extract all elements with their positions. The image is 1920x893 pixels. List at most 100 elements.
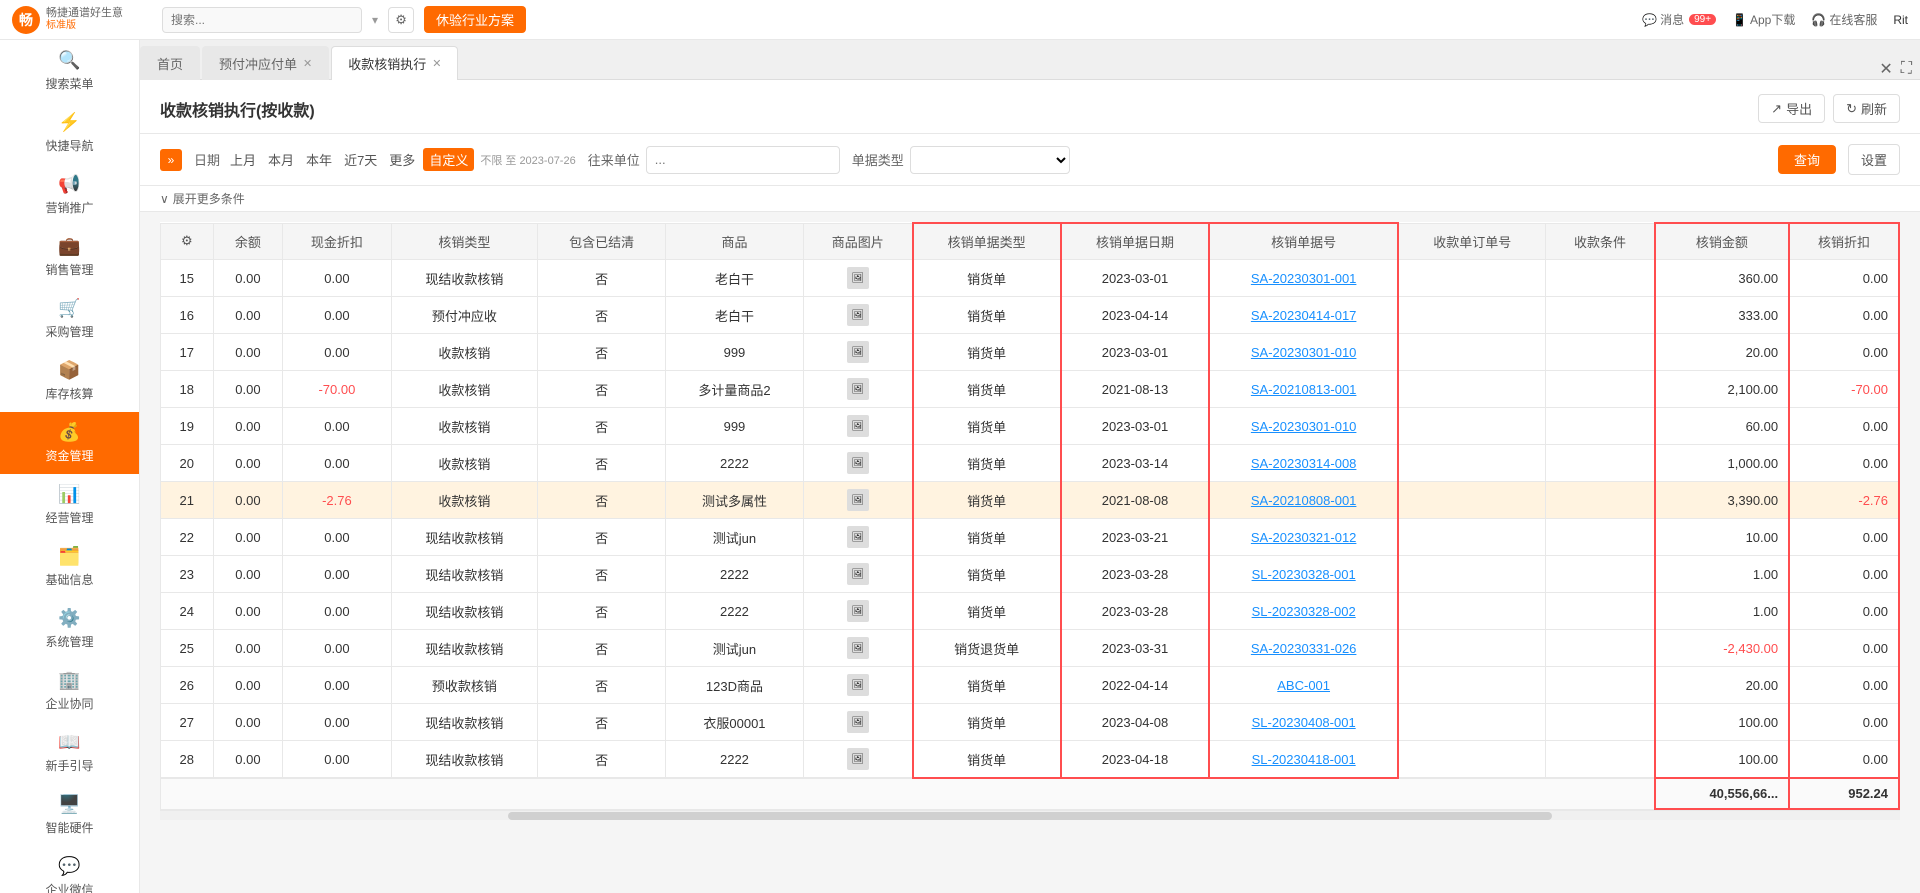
date-7days[interactable]: 近7天 — [340, 148, 381, 171]
cell-cancel-bill-no[interactable]: SL-20230408-001 — [1209, 704, 1398, 741]
newbie-icon: 📖 — [58, 732, 80, 753]
cell-cancel-bill-no[interactable]: SL-20230418-001 — [1209, 741, 1398, 779]
cell-cancel-discount: 0.00 — [1789, 334, 1899, 371]
cell-cancel-bill-no[interactable]: SA-20230301-001 — [1209, 260, 1398, 297]
cell-cancel-bill-no[interactable]: SA-20230331-026 — [1209, 630, 1398, 667]
cell-goods-image: 🖼 — [804, 667, 913, 704]
cell-cancel-discount: 0.00 — [1789, 519, 1899, 556]
cell-receipt-order-no — [1398, 371, 1546, 408]
cell-cash-discount: 0.00 — [283, 408, 391, 445]
refresh-icon: ↻ — [1846, 101, 1857, 117]
tab-label: 首页 — [157, 54, 183, 73]
cell-cancel-bill-no[interactable]: SA-20230314-008 — [1209, 445, 1398, 482]
maximize-icon[interactable]: ⛶ — [1901, 60, 1912, 78]
cell-cancel-bill-no[interactable]: SA-20230414-017 — [1209, 297, 1398, 334]
from-unit-input[interactable] — [646, 146, 840, 174]
search-input[interactable] — [162, 7, 362, 33]
date-custom[interactable]: 自定义 — [423, 148, 474, 171]
sidebar-item-hardware[interactable]: 🖥️智能硬件 — [0, 784, 139, 846]
sidebar-item-search[interactable]: 🔍搜索菜单 — [0, 40, 139, 102]
sidebar-item-purchase[interactable]: 🛒采购管理 — [0, 288, 139, 350]
cell-no: 18 — [161, 371, 214, 408]
col-goods: 商品 — [665, 223, 803, 260]
cell-cancel-discount: 0.00 — [1789, 593, 1899, 630]
sidebar-item-system[interactable]: ⚙️系统管理 — [0, 598, 139, 660]
voucher-type-select[interactable] — [910, 146, 1070, 174]
cell-include-closed: 否 — [538, 667, 666, 704]
sidebar-item-marketing[interactable]: 📢营销推广 — [0, 164, 139, 226]
cell-cancel-bill-date: 2023-03-01 — [1061, 260, 1209, 297]
finance-icon: 💰 — [58, 422, 80, 443]
date-more[interactable]: 更多 — [385, 148, 419, 171]
cell-receipt-condition — [1546, 482, 1655, 519]
filter-expand-button[interactable]: » — [160, 149, 182, 171]
export-button[interactable]: ↗ 导出 — [1758, 94, 1825, 123]
online-support-button[interactable]: 🎧 在线客服 — [1811, 11, 1877, 28]
cell-cancel-bill-no[interactable]: SA-20210813-001 — [1209, 371, 1398, 408]
cell-goods-image: 🖼 — [804, 630, 913, 667]
cell-include-closed: 否 — [538, 334, 666, 371]
sidebar-item-management[interactable]: 📊经营管理 — [0, 474, 139, 536]
cell-receipt-condition — [1546, 260, 1655, 297]
gear-button[interactable]: ⚙ — [388, 7, 414, 33]
sidebar-item-newbie[interactable]: 📖新手引导 — [0, 722, 139, 784]
sales-icon: 💼 — [58, 236, 80, 257]
close-window-icon[interactable]: ✕ — [1879, 59, 1892, 79]
message-button[interactable]: 💬 消息 99+ — [1642, 11, 1716, 28]
horizontal-scrollbar[interactable] — [160, 810, 1900, 820]
total-cancel-discount: 952.24 — [1789, 778, 1899, 809]
search-icon: 🔍 — [58, 50, 80, 71]
expand-more-button[interactable]: ∨ 展开更多条件 — [160, 190, 1900, 207]
filter-bar: » 日期 上月 本月 本年 近7天 更多 自定义 不限 至 2023-07-26… — [140, 134, 1920, 186]
tab-bar: 首页预付冲应付单✕收款核销执行✕ ✕ ⛶ — [140, 40, 1920, 80]
cell-cancel-amount: 333.00 — [1655, 297, 1789, 334]
cell-cancel-bill-date: 2023-03-01 — [1061, 334, 1209, 371]
sidebar-item-inventory[interactable]: 📦库存核算 — [0, 350, 139, 412]
cell-cancel-type: 现结收款核销 — [391, 630, 538, 667]
refresh-button[interactable]: ↻ 刷新 — [1833, 94, 1900, 123]
cell-cancel-bill-no[interactable]: ABC-001 — [1209, 667, 1398, 704]
tab-首页[interactable]: 首页 — [140, 46, 200, 80]
cell-cancel-discount: 0.00 — [1789, 741, 1899, 779]
date-range-text: 不限 至 2023-07-26 — [480, 152, 575, 168]
cell-cancel-bill-type: 销货单 — [913, 260, 1061, 297]
date-this-month[interactable]: 本月 — [264, 148, 298, 171]
cell-include-closed: 否 — [538, 371, 666, 408]
cell-cancel-bill-no[interactable]: SA-20210808-001 — [1209, 482, 1398, 519]
cell-cancel-bill-no[interactable]: SA-20230301-010 — [1209, 334, 1398, 371]
sidebar-item-wechat[interactable]: 💬企业微信 — [0, 846, 139, 893]
settings-button[interactable]: 设置 — [1848, 144, 1900, 175]
sidebar-item-sales[interactable]: 💼销售管理 — [0, 226, 139, 288]
table-footer-row: 40,556,66... 952.24 — [161, 778, 1900, 809]
cell-cancel-bill-type: 销货单 — [913, 704, 1061, 741]
cell-receipt-order-no — [1398, 556, 1546, 593]
col-cancel-bill-type: 核销单据类型 — [913, 223, 1061, 260]
sidebar-item-basic[interactable]: 🗂️基础信息 — [0, 536, 139, 598]
query-button[interactable]: 查询 — [1778, 145, 1836, 174]
sidebar-item-finance[interactable]: 💰资金管理 — [0, 412, 139, 474]
cell-goods: 123D商品 — [665, 667, 803, 704]
cell-cash-discount: 0.00 — [283, 704, 391, 741]
tab-收款核销执行[interactable]: 收款核销执行✕ — [331, 46, 458, 80]
date-last-month[interactable]: 上月 — [226, 148, 260, 171]
tab-close-icon[interactable]: ✕ — [432, 57, 441, 70]
industry-button[interactable]: 休验行业方案 — [424, 6, 526, 33]
cell-cancel-bill-no[interactable]: SA-20230301-010 — [1209, 408, 1398, 445]
cell-cancel-bill-no[interactable]: SL-20230328-001 — [1209, 556, 1398, 593]
tab-close-icon[interactable]: ✕ — [303, 57, 312, 70]
cell-cancel-bill-no[interactable]: SA-20230321-012 — [1209, 519, 1398, 556]
corp-icon: 🏢 — [58, 670, 80, 691]
cell-cancel-bill-no[interactable]: SL-20230328-002 — [1209, 593, 1398, 630]
sidebar-item-corp[interactable]: 🏢企业协同 — [0, 660, 139, 722]
date-this-year[interactable]: 本年 — [302, 148, 336, 171]
tab-预付冲应付单[interactable]: 预付冲应付单✕ — [202, 46, 329, 80]
sidebar-item-quick[interactable]: ⚡快捷导航 — [0, 102, 139, 164]
cell-cancel-bill-type: 销货单 — [913, 445, 1061, 482]
cell-cash-discount: 0.00 — [283, 445, 391, 482]
cell-goods: 999 — [665, 334, 803, 371]
col-settings[interactable]: ⚙ — [161, 223, 214, 260]
chevron-down-icon[interactable]: ▾ — [372, 13, 378, 27]
cell-cancel-discount: 0.00 — [1789, 297, 1899, 334]
app-download-button[interactable]: 📱 App下载 — [1732, 11, 1795, 28]
cell-include-closed: 否 — [538, 408, 666, 445]
